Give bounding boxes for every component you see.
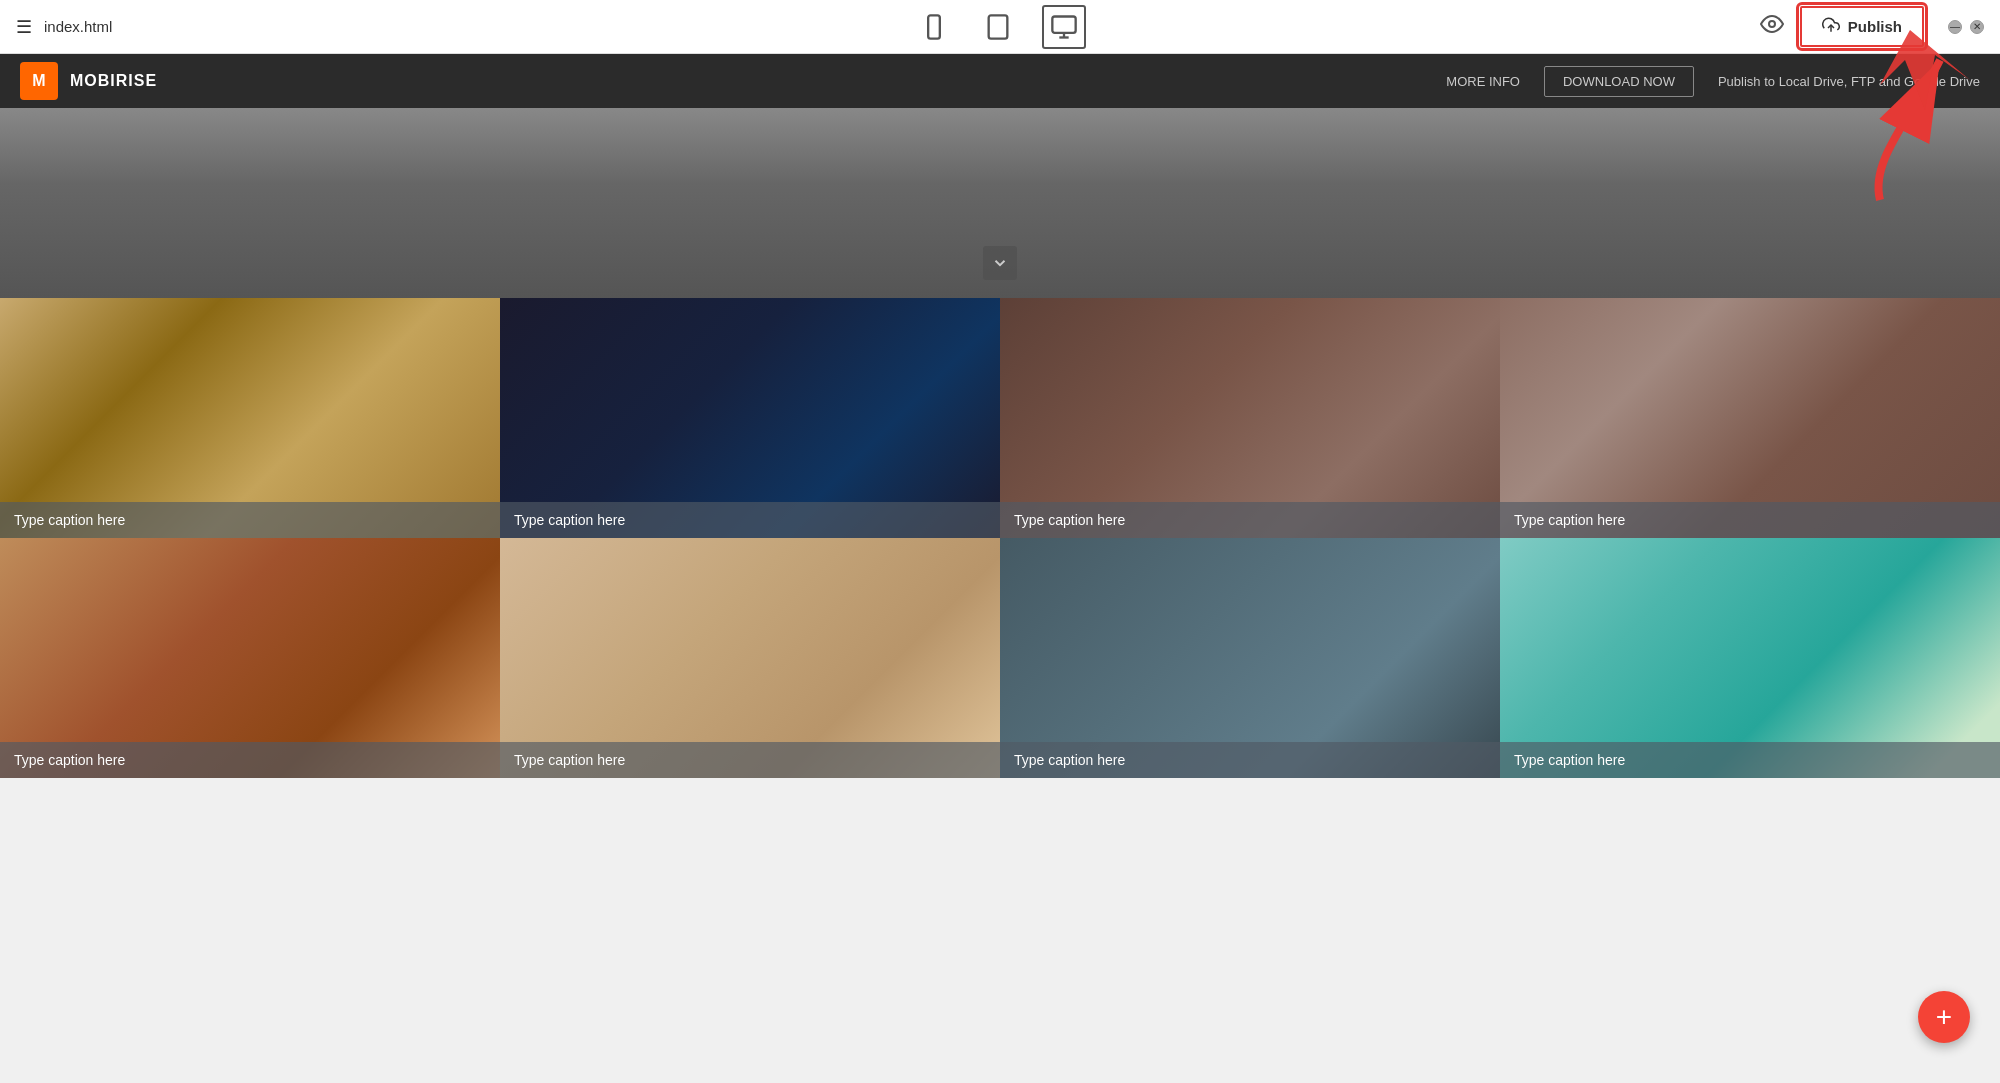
gallery-item[interactable]: Type caption here [1500,298,2000,538]
window-controls: — ✕ [1948,20,1984,34]
close-button[interactable]: ✕ [1970,20,1984,34]
minimize-button[interactable]: — [1948,20,1962,34]
file-title: index.html [44,18,112,35]
gallery-item[interactable]: Type caption here [0,538,500,778]
publish-upload-icon [1822,16,1840,37]
gallery-item[interactable]: Type caption here [500,298,1000,538]
gallery-item[interactable]: Type caption here [0,298,500,538]
title-bar-left: ☰ index.html [16,16,112,38]
app-bar: M MOBIRISE MORE INFO DOWNLOAD NOW Publis… [0,54,2000,108]
gallery-caption-7: Type caption here [1000,742,1500,778]
scroll-down-button[interactable] [983,246,1017,280]
publish-button[interactable]: Publish [1800,6,1924,47]
svg-rect-4 [1052,16,1075,32]
app-bar-nav: MORE INFO DOWNLOAD NOW Publish to Local … [1446,66,1980,97]
fab-icon: + [1936,1001,1952,1033]
svg-rect-0 [928,15,940,38]
gallery-caption-2: Type caption here [500,502,1000,538]
device-switcher [914,5,1086,49]
download-now-button[interactable]: DOWNLOAD NOW [1544,66,1694,97]
gallery-caption-8: Type caption here [1500,742,2000,778]
title-bar: ☰ index.html [0,0,2000,54]
gallery-item[interactable]: Type caption here [1000,538,1500,778]
gallery-item[interactable]: Type caption here [1000,298,1500,538]
gallery-caption-4: Type caption here [1500,502,2000,538]
publish-label: Publish [1848,18,1902,35]
gallery-caption-1: Type caption here [0,502,500,538]
preview-icon[interactable] [1760,12,1784,41]
hero-section [0,108,2000,298]
gallery-grid: Type caption here Type caption here Type… [0,298,2000,778]
app-name: MOBIRISE [70,72,157,90]
app-bar-brand: M MOBIRISE [20,62,157,100]
fab-add-button[interactable]: + [1918,991,1970,1043]
mobile-view-button[interactable] [914,7,954,47]
publish-description: Publish to Local Drive, FTP and Google D… [1718,74,1980,89]
gallery-caption-5: Type caption here [0,742,500,778]
more-info-link[interactable]: MORE INFO [1446,74,1520,89]
gallery-caption-6: Type caption here [500,742,1000,778]
svg-point-7 [1769,21,1775,27]
gallery-item[interactable]: Type caption here [1500,538,2000,778]
desktop-view-button[interactable] [1042,5,1086,49]
gallery-item[interactable]: Type caption here [500,538,1000,778]
tablet-view-button[interactable] [978,7,1018,47]
title-bar-right: Publish — ✕ [1760,6,1984,47]
gallery-caption-3: Type caption here [1000,502,1500,538]
svg-rect-2 [989,15,1008,38]
menu-icon[interactable]: ☰ [16,16,32,38]
app-logo: M [20,62,58,100]
